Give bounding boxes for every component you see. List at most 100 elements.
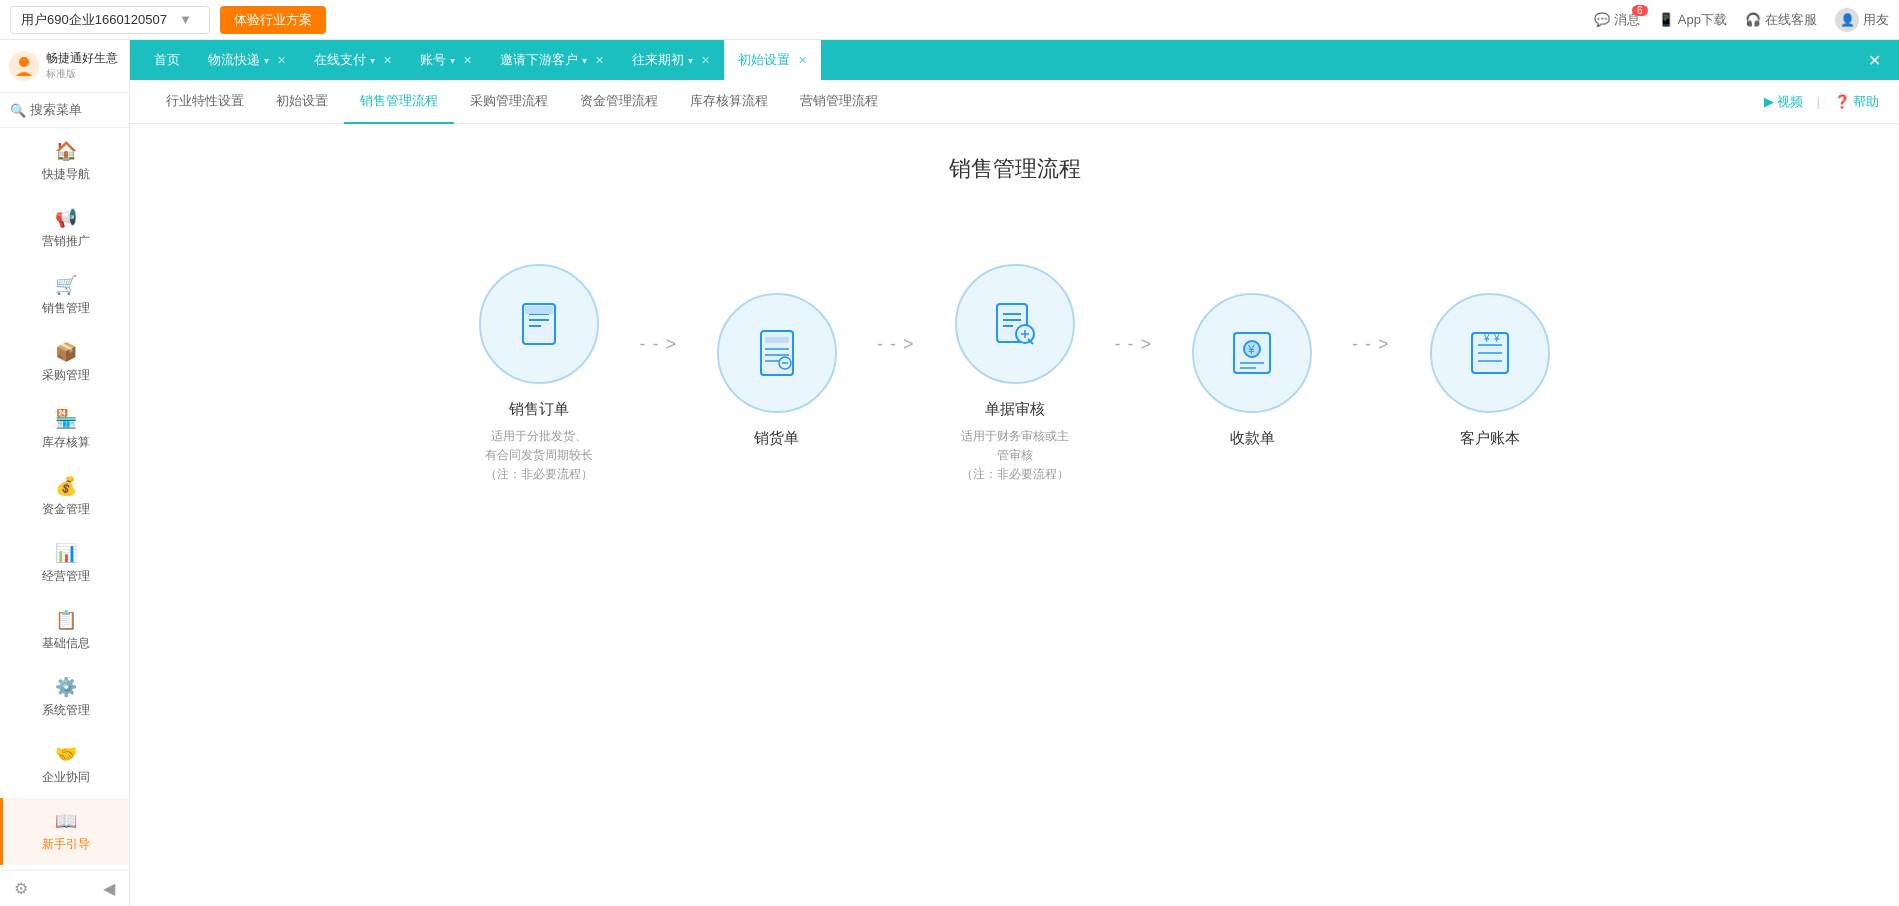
- sub-tabs: 行业特性设置初始设置销售管理流程采购管理流程资金管理流程库存核算流程营销管理流程…: [130, 80, 1899, 124]
- video-link[interactable]: ▶ 视频: [1764, 93, 1803, 111]
- flow-step-customer-ledger[interactable]: ¥ ¥ 客户账本: [1400, 293, 1580, 456]
- flow-step-name-audit: 单据审核: [985, 400, 1045, 419]
- user-selector-arrow: ▼: [179, 12, 192, 27]
- nav-tab-period[interactable]: 往来期初▾✕: [618, 40, 724, 80]
- guide-icon: 📖: [55, 810, 77, 832]
- sidebar-nav: 🏠 快捷导航 📢营销推广🛒销售管理 📦 采购管理 🏪库存核算 💰 资金管理 📊 经营管理 📋基础信息…: [0, 128, 129, 870]
- flow-step-receipt[interactable]: ¥ 收款单: [1162, 293, 1342, 456]
- help-link[interactable]: ❓ 帮助: [1834, 93, 1879, 111]
- sub-tab-marketing-flow[interactable]: 营销管理流程: [784, 80, 894, 124]
- online-service-button[interactable]: 🎧 在线客服: [1745, 11, 1817, 29]
- avatar: 👤: [1835, 8, 1859, 32]
- sidebar-item-sales[interactable]: 🛒销售管理: [0, 262, 129, 329]
- help-icon: ❓: [1834, 94, 1850, 109]
- system-icon: ⚙️: [55, 676, 77, 698]
- message-icon: 💬: [1594, 12, 1610, 27]
- user-avatar[interactable]: 👤 用友: [1835, 8, 1889, 32]
- svg-text:¥: ¥: [1483, 333, 1490, 344]
- nav-tab-label: 往来期初: [632, 51, 684, 69]
- finance-icon: 💰: [55, 475, 77, 497]
- nav-tab-close-icon[interactable]: ✕: [463, 54, 472, 67]
- sidebar: 畅捷通好生意 标准版 🔍 搜索菜单 🏠 快捷导航 📢营销推广🛒销售管理 📦 采购管理 🏪库…: [0, 40, 130, 906]
- sales-icon: 🛒: [55, 274, 77, 296]
- sub-tab-purchase-flow[interactable]: 采购管理流程: [454, 80, 564, 124]
- svg-text:¥: ¥: [1247, 343, 1255, 357]
- sidebar-item-inventory[interactable]: 🏪库存核算: [0, 396, 129, 463]
- sidebar-item-label: 新手引导: [42, 836, 90, 853]
- flow-arrow-0: - - >: [639, 334, 677, 355]
- headset-icon: 🎧: [1745, 12, 1761, 27]
- play-icon: ▶: [1764, 94, 1774, 109]
- flow-step-icon-receipt: ¥: [1192, 293, 1312, 413]
- flow-arrow-1: - - >: [877, 334, 915, 355]
- collab-icon: 🤝: [55, 743, 77, 765]
- nav-tab-label: 物流快递: [208, 51, 260, 69]
- nav-tab-close-icon[interactable]: ✕: [701, 54, 710, 67]
- top-right-actions: 💬 消息 6 📱 App下载 🎧 在线客服 👤 用友: [1594, 8, 1889, 32]
- svg-rect-6: [525, 306, 553, 314]
- app-download-button[interactable]: 📱 App下载: [1658, 11, 1727, 29]
- nav-tab-label: 初始设置: [738, 51, 790, 69]
- flow-step-icon-customer-ledger: ¥ ¥: [1430, 293, 1550, 413]
- nav-tab-dropdown-icon: ▾: [450, 55, 455, 66]
- nav-tab-init-settings[interactable]: 初始设置 ✕: [724, 40, 821, 80]
- sub-tab-init[interactable]: 初始设置: [260, 80, 344, 124]
- nav-tab-close-icon[interactable]: ✕: [798, 54, 807, 67]
- nav-tabs-close-all[interactable]: ✕: [1860, 51, 1889, 70]
- nav-tab-close-icon[interactable]: ✕: [383, 54, 392, 67]
- sidebar-item-system[interactable]: ⚙️系统管理: [0, 664, 129, 731]
- basic-info-icon: 📋: [55, 609, 77, 631]
- svg-point-1: [19, 57, 29, 67]
- sidebar-item-purchase[interactable]: 📦 采购管理: [0, 329, 129, 396]
- flow-diagram: 销售订单适用于分批发货、 有合同发货周期较长 （注：非必要流程） - - > 销货…: [170, 244, 1859, 505]
- flow-step-icon-sales-order: [479, 264, 599, 384]
- sub-tab-sales-flow[interactable]: 销售管理流程: [344, 80, 454, 124]
- sidebar-item-finance[interactable]: 💰 资金管理: [0, 463, 129, 530]
- nav-tab-home[interactable]: 首页: [140, 40, 194, 80]
- sidebar-item-basic-info[interactable]: 📋基础信息: [0, 597, 129, 664]
- sidebar-item-guide[interactable]: 📖 新手引导: [0, 798, 129, 865]
- video-label: 视频: [1777, 93, 1803, 111]
- nav-tab-label: 邀请下游客户: [500, 51, 578, 69]
- nav-tab-logistics[interactable]: 物流快递▾✕: [194, 40, 300, 80]
- sidebar-collapse-button[interactable]: ◀: [103, 879, 115, 898]
- sidebar-settings-button[interactable]: ⚙: [14, 879, 28, 898]
- messages-button[interactable]: 💬 消息 6: [1594, 11, 1640, 29]
- phone-icon: 📱: [1658, 12, 1674, 27]
- quick-nav-icon: 🏠: [55, 140, 77, 162]
- sidebar-item-label: 采购管理: [42, 367, 90, 384]
- nav-tab-invite[interactable]: 邀请下游客户 ▾ ✕: [486, 40, 618, 80]
- trial-button[interactable]: 体验行业方案: [220, 6, 326, 34]
- flow-step-sales-order[interactable]: 销售订单适用于分批发货、 有合同发货周期较长 （注：非必要流程）: [449, 264, 629, 485]
- user-selector[interactable]: 用户690企业1660120507 ▼: [10, 6, 210, 34]
- sidebar-item-label: 经营管理: [42, 568, 90, 585]
- nav-tab-dropdown-icon: ▾: [582, 55, 587, 66]
- operations-icon: 📊: [55, 542, 77, 564]
- sidebar-item-operations[interactable]: 📊 经营管理: [0, 530, 129, 597]
- sidebar-item-label: 库存核算: [42, 434, 90, 451]
- flow-step-sales-invoice[interactable]: 销货单: [687, 293, 867, 456]
- nav-tab-close-icon[interactable]: ✕: [595, 54, 604, 67]
- flow-arrow-2: - - >: [1115, 334, 1153, 355]
- sidebar-item-label: 快捷导航: [42, 166, 90, 183]
- sidebar-item-quick-nav[interactable]: 🏠 快捷导航: [0, 128, 129, 195]
- message-badge: 6: [1632, 5, 1648, 16]
- flow-arrow-3: - - >: [1352, 334, 1390, 355]
- page-content: 销售管理流程 销售订单适用于分批发货、 有合同发货周期较长 （注：非必要流程）-…: [130, 124, 1899, 535]
- svg-rect-8: [765, 337, 789, 343]
- main-area: 首页物流快递▾✕在线支付▾✕账号▾✕邀请下游客户▾✕往来期初▾✕初始设置✕✕ 行…: [130, 40, 1899, 906]
- sub-tab-industry[interactable]: 行业特性设置: [150, 80, 260, 124]
- purchase-icon: 📦: [55, 341, 77, 363]
- sidebar-item-marketing[interactable]: 📢营销推广: [0, 195, 129, 262]
- sidebar-search[interactable]: 🔍 搜索菜单: [0, 93, 129, 128]
- sub-tab-fund-flow[interactable]: 资金管理流程: [564, 80, 674, 124]
- flow-step-name-customer-ledger: 客户账本: [1460, 429, 1520, 448]
- nav-tab-account[interactable]: 账号▾✕: [406, 40, 486, 80]
- nav-tab-payment[interactable]: 在线支付▾✕: [300, 40, 406, 80]
- nav-tab-close-icon[interactable]: ✕: [277, 54, 286, 67]
- flow-step-audit[interactable]: 单据审核适用于财务审核或主 管审核 （注：非必要流程）: [925, 264, 1105, 485]
- sidebar-item-label: 资金管理: [42, 501, 90, 518]
- sidebar-logo: 畅捷通好生意 标准版: [0, 40, 129, 93]
- sidebar-item-collab[interactable]: 🤝企业协同: [0, 731, 129, 798]
- sub-tab-inventory-flow[interactable]: 库存核算流程: [674, 80, 784, 124]
